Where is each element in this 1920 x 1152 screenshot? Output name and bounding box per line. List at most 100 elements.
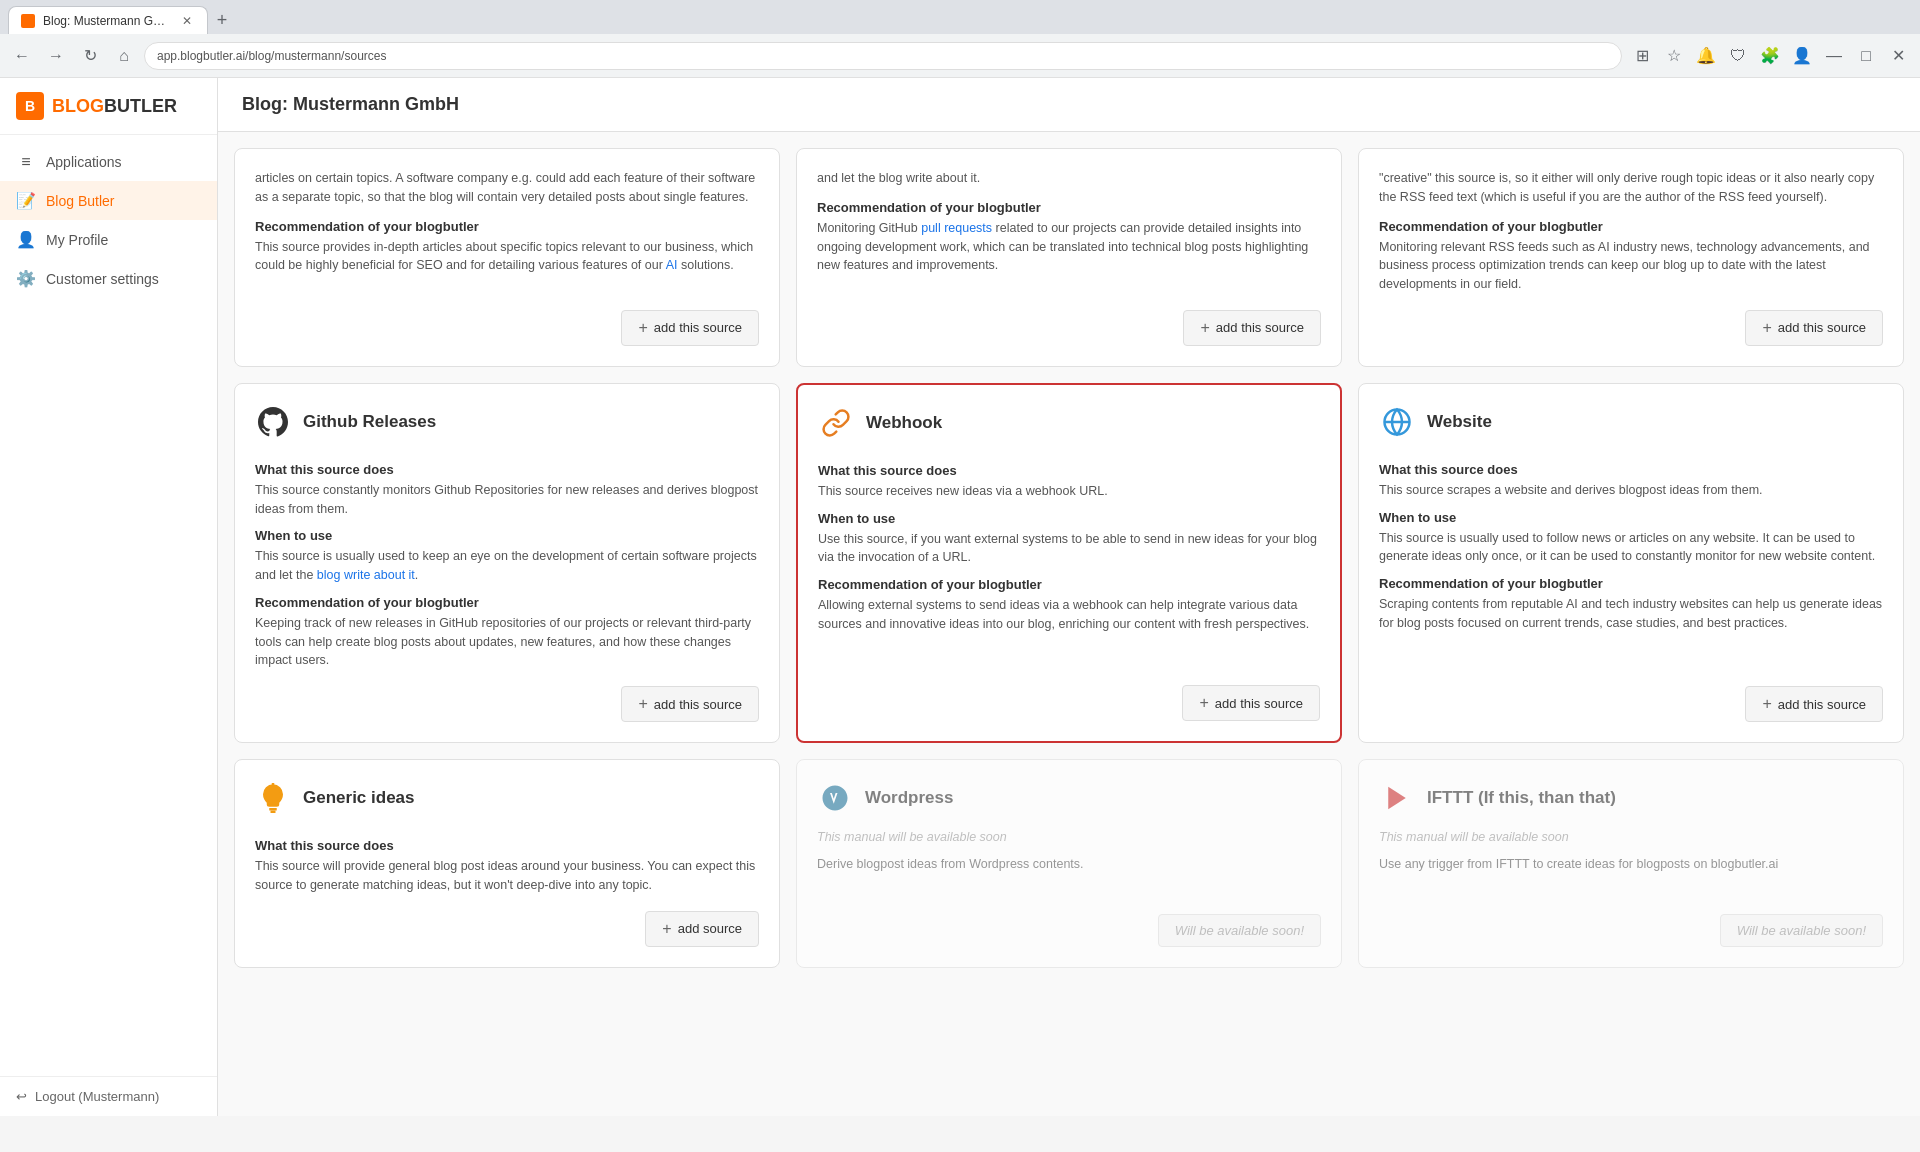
forward-button[interactable]: →	[42, 42, 70, 70]
page-title: Blog: Mustermann GmbH	[242, 94, 1896, 115]
home-button[interactable]: ⌂	[110, 42, 138, 70]
add-source-label-generic: add source	[678, 921, 742, 936]
profile-icon[interactable]: 👤	[1788, 42, 1816, 70]
recommendation-title-3: Recommendation of your blogbutler	[1379, 219, 1883, 234]
maximize-icon[interactable]: □	[1852, 42, 1880, 70]
logo-icon: B	[16, 92, 44, 120]
generic-what-text: This source will provide general blog po…	[255, 857, 759, 895]
webhook-what-text: This source receives new ideas via a web…	[818, 482, 1320, 501]
partial-text-2: and let the blog write about it.	[817, 169, 1321, 188]
github-what-title: What this source does	[255, 462, 759, 477]
ifttt-icon	[1379, 780, 1415, 816]
plus-icon-website: +	[1762, 695, 1771, 713]
recommendation-text-3: Monitoring relevant RSS feeds such as AI…	[1379, 238, 1883, 294]
website-what-text: This source scrapes a website and derive…	[1379, 481, 1883, 500]
tab-close-button[interactable]: ✕	[179, 13, 195, 29]
logout-button[interactable]: ↩ Logout (Mustermann)	[16, 1089, 201, 1104]
back-button[interactable]: ←	[8, 42, 36, 70]
ifttt-coming-soon-note: This manual will be available soon	[1379, 828, 1883, 847]
sidebar-item-blog-butler[interactable]: 📝 Blog Butler	[0, 181, 217, 220]
github-recommendation-text: Keeping track of new releases in GitHub …	[255, 614, 759, 670]
logout-label: Logout (Mustermann)	[35, 1089, 159, 1104]
source-card-wordpress: Wordpress This manual will be available …	[796, 759, 1342, 968]
ifttt-coming-soon-label: Will be available soon!	[1720, 914, 1883, 947]
source-card-website: Website What this source does This sourc…	[1358, 383, 1904, 743]
notifications-icon[interactable]: 🔔	[1692, 42, 1720, 70]
plus-icon-github: +	[638, 695, 647, 713]
extensions-icon[interactable]: 🧩	[1756, 42, 1784, 70]
card-header-webhook: Webhook	[818, 405, 1320, 441]
refresh-button[interactable]: ↻	[76, 42, 104, 70]
add-source-button-website[interactable]: + add this source	[1745, 686, 1883, 722]
add-source-label-3: add this source	[1778, 320, 1866, 335]
sidebar-footer: ↩ Logout (Mustermann)	[0, 1076, 217, 1116]
tab-favicon	[21, 14, 35, 28]
ifttt-what-text: Use any trigger from IFTTT to create ide…	[1379, 855, 1883, 874]
source-card-rss-partial-1: articles on certain topics. A software c…	[234, 148, 780, 367]
website-card-actions: + add this source	[1379, 670, 1883, 722]
website-title: Website	[1427, 412, 1492, 432]
nav-customer-settings-label: Customer settings	[46, 271, 159, 287]
wordpress-title: Wordpress	[865, 788, 954, 808]
active-tab[interactable]: Blog: Mustermann GmbH – blo... ✕	[8, 6, 208, 34]
nav-my-profile-label: My Profile	[46, 232, 108, 248]
plus-icon-generic: +	[662, 920, 671, 938]
recommendation-title-1: Recommendation of your blogbutler	[255, 219, 759, 234]
webhook-when-title: When to use	[818, 511, 1320, 526]
webhook-recommendation-text: Allowing external systems to send ideas …	[818, 596, 1320, 634]
website-when-title: When to use	[1379, 510, 1883, 525]
github-icon	[255, 404, 291, 440]
translate-icon[interactable]: ⊞	[1628, 42, 1656, 70]
sidebar-item-customer-settings[interactable]: ⚙️ Customer settings	[0, 259, 217, 298]
add-source-label-1: add this source	[654, 320, 742, 335]
ideas-icon	[255, 780, 291, 816]
menu-icon: ≡	[16, 153, 36, 171]
tab-bar: Blog: Mustermann GmbH – blo... ✕ +	[0, 0, 1920, 34]
add-source-label-github: add this source	[654, 697, 742, 712]
source-card-webhook: Webhook What this source does This sourc…	[796, 383, 1342, 743]
wordpress-coming-soon-label: Will be available soon!	[1158, 914, 1321, 947]
add-source-button-3[interactable]: + add this source	[1745, 310, 1883, 346]
add-source-label-webhook: add this source	[1215, 696, 1303, 711]
add-source-button-1[interactable]: + add this source	[621, 310, 759, 346]
ifttt-coming-soon-badge: Will be available soon!	[1379, 898, 1883, 947]
add-source-button-2[interactable]: + add this source	[1183, 310, 1321, 346]
card-header-wordpress: Wordpress	[817, 780, 1321, 816]
close-window-icon[interactable]: ✕	[1884, 42, 1912, 70]
wordpress-what-text: Derive blogpost ideas from Wordpress con…	[817, 855, 1321, 874]
add-source-button-github[interactable]: + add this source	[621, 686, 759, 722]
card-actions-1: + add this source	[255, 294, 759, 346]
bookmark-icon[interactable]: ☆	[1660, 42, 1688, 70]
sidebar: B BLOGBUTLER ≡ Applications 📝 Blog Butle…	[0, 78, 218, 1116]
partial-text-3: "creative" this source is, so it either …	[1379, 169, 1883, 207]
shield-icon[interactable]: 🛡	[1724, 42, 1752, 70]
new-tab-button[interactable]: +	[208, 6, 236, 34]
main-content: Blog: Mustermann GmbH articles on certai…	[218, 78, 1920, 1116]
logout-icon: ↩	[16, 1089, 27, 1104]
card-actions-3: + add this source	[1379, 294, 1883, 346]
sidebar-item-my-profile[interactable]: 👤 My Profile	[0, 220, 217, 259]
plus-icon-2: +	[1200, 319, 1209, 337]
card-actions-2: + add this source	[817, 294, 1321, 346]
recommendation-text-1: This source provides in-depth articles a…	[255, 238, 759, 276]
website-recommendation-text: Scraping contents from reputable AI and …	[1379, 595, 1883, 633]
webhook-icon	[818, 405, 854, 441]
page-header: Blog: Mustermann GmbH	[218, 78, 1920, 132]
address-bar[interactable]: app.blogbutler.ai/blog/mustermann/source…	[144, 42, 1622, 70]
card-header-website: Website	[1379, 404, 1883, 440]
generic-what-title: What this source does	[255, 838, 759, 853]
add-source-button-webhook[interactable]: + add this source	[1182, 685, 1320, 721]
generic-card-actions: + add source	[255, 895, 759, 947]
ifttt-title: IFTTT (If this, than that)	[1427, 788, 1616, 808]
webhook-what-title: What this source does	[818, 463, 1320, 478]
profile-nav-icon: 👤	[16, 230, 36, 249]
source-card-ifttt: IFTTT (If this, than that) This manual w…	[1358, 759, 1904, 968]
sidebar-item-applications[interactable]: ≡ Applications	[0, 143, 217, 181]
github-what-text: This source constantly monitors Github R…	[255, 481, 759, 519]
add-source-label-website: add this source	[1778, 697, 1866, 712]
wordpress-coming-soon-badge: Will be available soon!	[817, 898, 1321, 947]
github-when-title: When to use	[255, 528, 759, 543]
minimize-icon[interactable]: —	[1820, 42, 1848, 70]
github-releases-title: Github Releases	[303, 412, 436, 432]
add-source-button-generic[interactable]: + add source	[645, 911, 759, 947]
